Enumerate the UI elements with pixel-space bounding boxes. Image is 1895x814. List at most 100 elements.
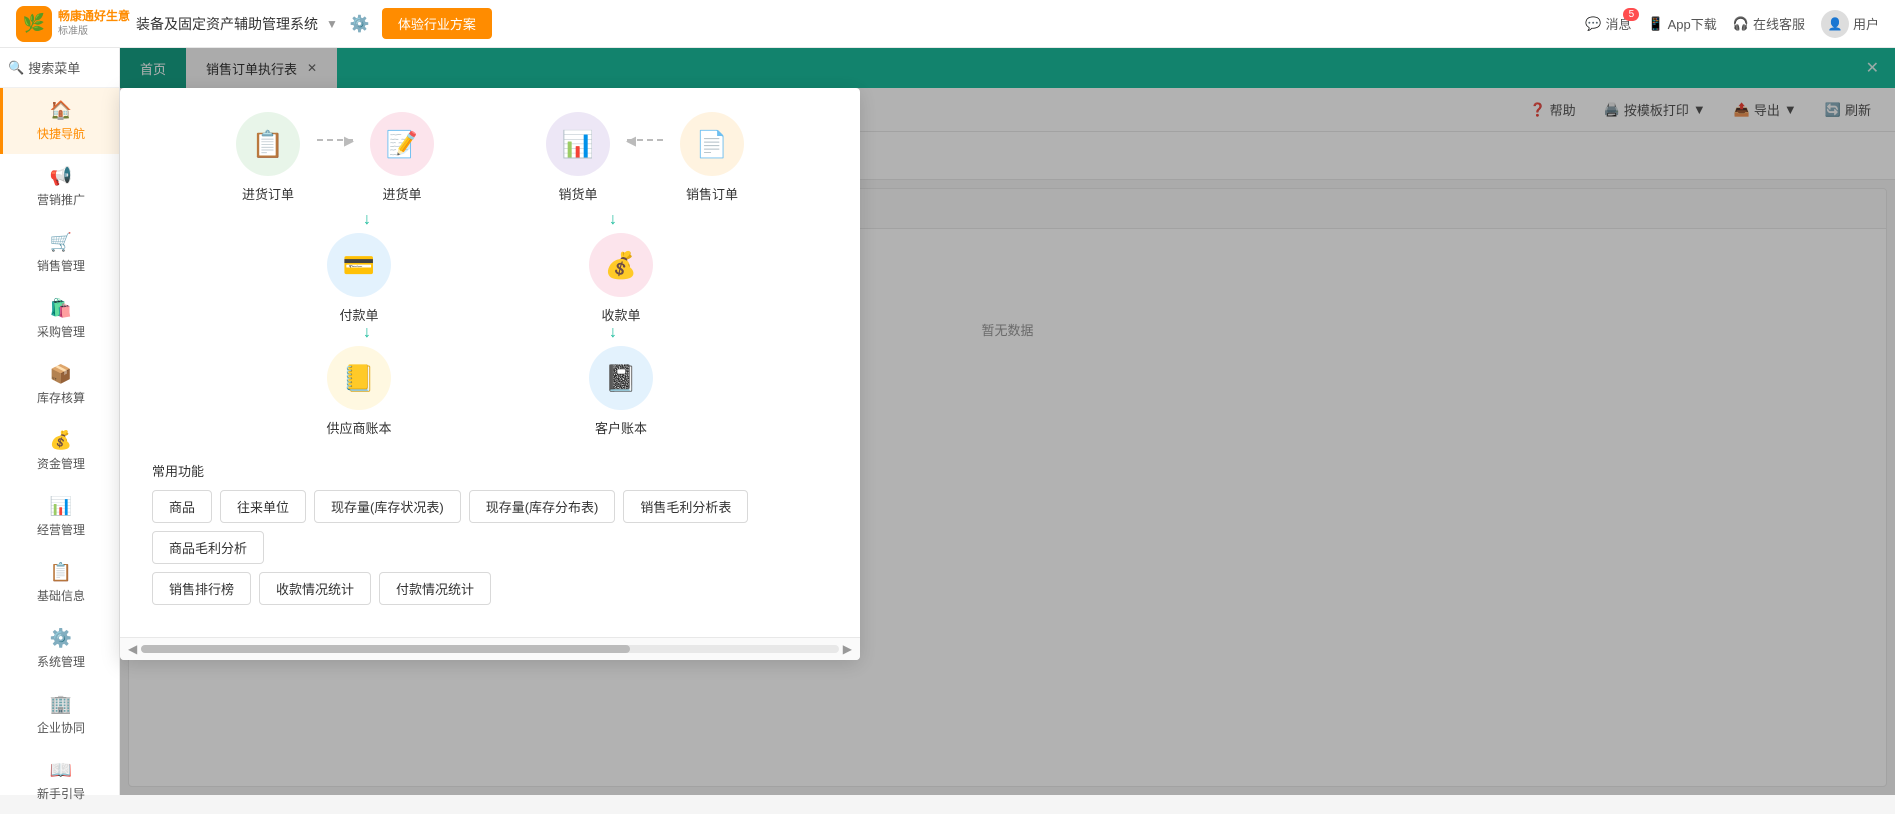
arrow-down-1: ↓ <box>363 211 371 229</box>
modal-scrollbar: ◀ ▶ <box>120 637 860 660</box>
sales-bill-circle[interactable]: 📊 <box>546 112 610 176</box>
sidebar-item-corp[interactable]: 🏢 企业协同 <box>0 682 119 748</box>
scroll-left-btn[interactable]: ◀ <box>128 642 137 656</box>
inventory-icon: 📦 <box>50 364 72 385</box>
message-icon: 💬 <box>1585 16 1601 32</box>
customer-ledger-label: 客户账本 <box>595 418 647 437</box>
flow-node-customer-ledger: 📓 客户账本 <box>589 346 653 437</box>
sidebar-label-quick: 快捷导航 <box>37 125 85 142</box>
func-btn-receipt-stat[interactable]: 收款情况统计 <box>259 572 371 605</box>
common-functions-title: 常用功能 <box>152 461 828 480</box>
sales-order-label: 销售订单 <box>686 184 738 203</box>
settings-icon[interactable]: ⚙️ <box>346 10 374 38</box>
payment-circle[interactable]: 💳 <box>327 233 391 297</box>
service-label: 在线客服 <box>1753 14 1805 33</box>
sales-bill-label: 销货单 <box>558 184 597 203</box>
receipt-label: 收款单 <box>601 305 640 324</box>
func-btn-product[interactable]: 商品 <box>152 490 212 523</box>
avatar: 👤 <box>1821 10 1849 38</box>
payment-icon: 💳 <box>343 250 375 281</box>
func-buttons-row1: 商品 往来单位 现存量(库存状况表) 现存量(库存分布表) 销售毛利分析表 商品… <box>152 490 828 564</box>
sidebar-item-finance[interactable]: 💰 资金管理 <box>0 418 119 484</box>
flow-node-receipt: 💰 收款单 <box>589 233 653 324</box>
system-dropdown-icon[interactable]: ▼ <box>326 17 338 31</box>
basic-icon: 📋 <box>50 562 72 583</box>
func-btn-product-profit[interactable]: 商品毛利分析 <box>152 531 264 564</box>
sidebar-label-system: 系统管理 <box>37 653 85 670</box>
logo-text: 畅康通好生意 标准版 <box>58 9 130 38</box>
purchase-bill-circle[interactable]: 📝 <box>370 112 434 176</box>
sidebar-item-inventory[interactable]: 📦 库存核算 <box>0 352 119 418</box>
sidebar-item-system[interactable]: ⚙️ 系统管理 <box>0 616 119 682</box>
customer-ledger-circle[interactable]: 📓 <box>589 346 653 410</box>
logo-edition: 标准版 <box>58 25 130 38</box>
scroll-track[interactable] <box>141 645 839 653</box>
flow-node-payment: 💳 付款单 <box>327 233 391 324</box>
arrow-down-2: ↓ <box>363 324 371 342</box>
search-icon: 🔍 <box>8 60 24 76</box>
logo-brand: 畅康通好生意 <box>58 9 130 25</box>
func-btn-partner[interactable]: 往来单位 <box>220 490 306 523</box>
func-btn-stock-status[interactable]: 现存量(库存状况表) <box>314 490 461 523</box>
receipt-icon: 💰 <box>605 250 637 281</box>
sidebar-label-purchase: 采购管理 <box>37 323 85 340</box>
supplier-ledger-icon: 📒 <box>343 363 375 394</box>
quick-nav-icon: 🏠 <box>50 100 72 121</box>
sidebar-label-operation: 经营管理 <box>37 521 85 538</box>
purchase-icon: 🛍️ <box>50 298 72 319</box>
sidebar-item-purchase[interactable]: 🛍️ 采购管理 <box>0 286 119 352</box>
sales-order-circle[interactable]: 📄 <box>680 112 744 176</box>
operation-icon: 📊 <box>50 496 72 517</box>
sidebar-item-operation[interactable]: 📊 经营管理 <box>0 484 119 550</box>
sidebar-label-marketing: 营销推广 <box>37 191 85 208</box>
newbie-icon: 📖 <box>50 760 72 781</box>
modal-body: 📋 进货订单 ▶ 📝 进货单 <box>120 88 860 637</box>
flow-node-purchase-order: 📋 进货订单 <box>236 112 300 203</box>
app-icon: 📱 <box>1647 16 1663 32</box>
func-btn-payment-stat[interactable]: 付款情况统计 <box>379 572 491 605</box>
logo-icon: 🌿 <box>16 6 52 42</box>
finance-icon: 💰 <box>50 430 72 451</box>
arrow-down-3: ↓ <box>609 211 617 229</box>
payment-label: 付款单 <box>339 305 378 324</box>
app-download-button[interactable]: 📱 App下载 <box>1647 14 1716 33</box>
sidebar-search[interactable]: 🔍 搜索菜单 <box>0 48 119 88</box>
corp-icon: 🏢 <box>50 694 72 715</box>
sidebar-item-sales[interactable]: 🛒 销售管理 <box>0 220 119 286</box>
quick-nav-modal: 📋 进货订单 ▶ 📝 进货单 <box>120 88 860 660</box>
func-buttons-row2: 销售排行榜 收款情况统计 付款情况统计 <box>152 572 828 605</box>
search-label: 搜索菜单 <box>28 58 80 77</box>
func-btn-sales-profit[interactable]: 销售毛利分析表 <box>623 490 748 523</box>
app-label: App下载 <box>1668 14 1717 33</box>
online-service-button[interactable]: 🎧 在线客服 <box>1733 14 1805 33</box>
purchase-order-label: 进货订单 <box>242 184 294 203</box>
sidebar-label-sales: 销售管理 <box>37 257 85 274</box>
system-icon: ⚙️ <box>50 628 72 649</box>
top-header: 🌿 畅康通好生意 标准版 装备及固定资产辅助管理系统 ▼ ⚙️ 体验行业方案 💬… <box>0 0 1895 48</box>
purchase-order-circle[interactable]: 📋 <box>236 112 300 176</box>
func-btn-sales-rank[interactable]: 销售排行榜 <box>152 572 251 605</box>
sales-icon: 🛒 <box>50 232 72 253</box>
sidebar-item-quick[interactable]: 🏠 快捷导航 <box>0 88 119 154</box>
sidebar-item-basic[interactable]: 📋 基础信息 <box>0 550 119 616</box>
trial-button[interactable]: 体验行业方案 <box>382 8 492 39</box>
scroll-right-btn[interactable]: ▶ <box>843 642 852 656</box>
sidebar-label-corp: 企业协同 <box>37 719 85 736</box>
sidebar-item-newbie[interactable]: 📖 新手引导 <box>0 748 119 814</box>
message-button[interactable]: 💬 消息 5 <box>1585 14 1631 33</box>
system-title: 装备及固定资产辅助管理系统 <box>136 14 318 34</box>
supplier-ledger-circle[interactable]: 📒 <box>327 346 391 410</box>
flow-node-sales-bill: 📊 销货单 <box>546 112 610 203</box>
logo-area: 🌿 畅康通好生意 标准版 <box>16 6 136 42</box>
service-icon: 🎧 <box>1733 16 1749 32</box>
receipt-circle[interactable]: 💰 <box>589 233 653 297</box>
flow-node-sales-order: 📄 销售订单 <box>680 112 744 203</box>
func-btn-stock-dist[interactable]: 现存量(库存分布表) <box>469 490 616 523</box>
sidebar-item-marketing[interactable]: 📢 营销推广 <box>0 154 119 220</box>
user-menu[interactable]: 👤 用户 <box>1821 10 1879 38</box>
sales-bill-icon: 📊 <box>562 129 594 160</box>
modal-overlay[interactable]: 📋 进货订单 ▶ 📝 进货单 <box>120 48 1895 795</box>
sidebar: 🔍 搜索菜单 🏠 快捷导航 📢 营销推广 🛒 销售管理 🛍️ 采购管理 📦 库存… <box>0 48 120 795</box>
customer-ledger-icon: 📓 <box>605 363 637 394</box>
header-right: 💬 消息 5 📱 App下载 🎧 在线客服 👤 用户 <box>1585 10 1879 38</box>
